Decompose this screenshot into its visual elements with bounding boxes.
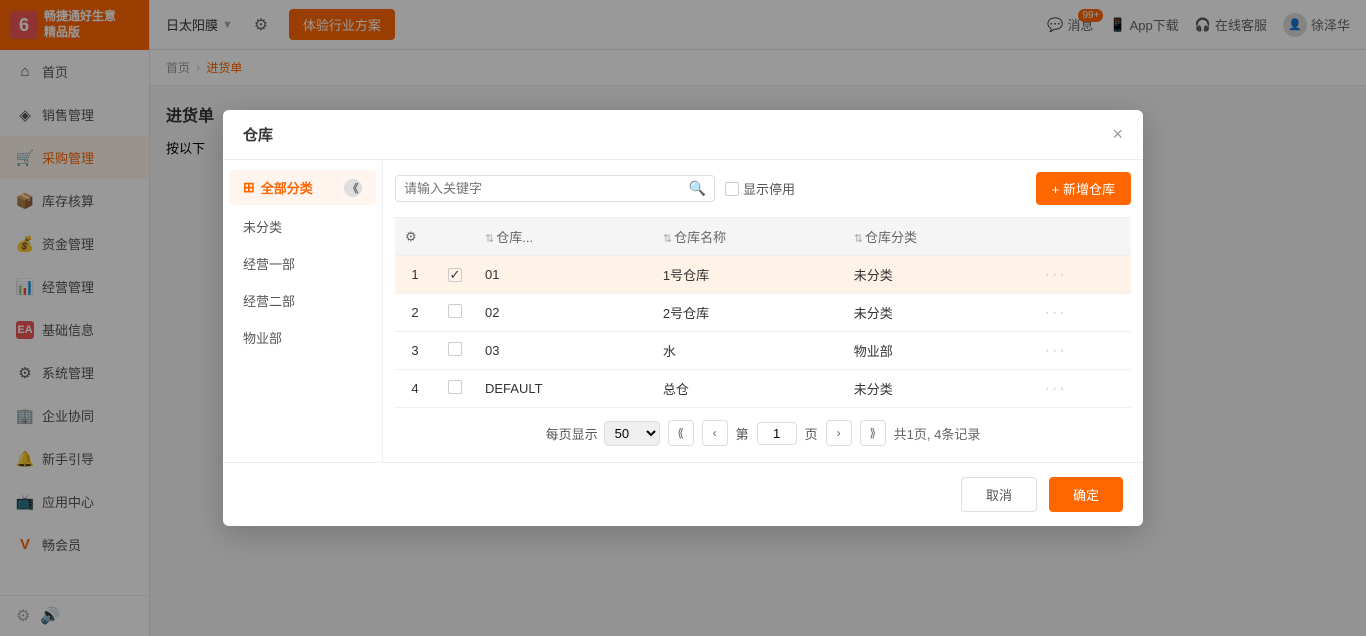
row-checkbox[interactable]: [448, 380, 462, 394]
td-num: 2: [395, 294, 435, 332]
table-row[interactable]: 2 02 2号仓库 未分类 ···: [395, 294, 1131, 332]
td-code: 02: [475, 294, 653, 332]
page-word: 第: [736, 424, 749, 443]
category-item-1[interactable]: 经营一部: [229, 246, 376, 281]
confirm-button[interactable]: 确定: [1049, 477, 1123, 512]
page-size-select[interactable]: 10 20 50 100: [604, 421, 660, 446]
modal-overlay[interactable]: 仓库 × ⊞ 全部分类 《 未分类 经营一部 经营二部 物业部: [0, 0, 1366, 636]
th-code[interactable]: ⇅仓库...: [475, 218, 653, 256]
category-item-3[interactable]: 物业部: [229, 320, 376, 355]
td-actions[interactable]: ···: [1035, 370, 1131, 408]
td-category: 未分类: [844, 294, 1035, 332]
td-check[interactable]: [435, 294, 475, 332]
modal-header: 仓库 ×: [223, 110, 1143, 160]
category-collapse-button[interactable]: 《: [344, 179, 362, 197]
th-name[interactable]: ⇅仓库名称: [653, 218, 844, 256]
modal-body: ⊞ 全部分类 《 未分类 经营一部 经营二部 物业部 🔍: [223, 160, 1143, 462]
td-name: 1号仓库: [653, 256, 844, 294]
td-code: 01: [475, 256, 653, 294]
row-checkbox[interactable]: [448, 304, 462, 318]
table-row[interactable]: 1 ✓ 01 1号仓库 未分类 ···: [395, 256, 1131, 294]
category-all[interactable]: ⊞ 全部分类 《: [229, 170, 376, 205]
td-code: 03: [475, 332, 653, 370]
warehouse-modal: 仓库 × ⊞ 全部分类 《 未分类 经营一部 经营二部 物业部: [223, 110, 1143, 526]
category-panel: ⊞ 全部分类 《 未分类 经营一部 经营二部 物业部: [223, 160, 383, 462]
td-code: DEFAULT: [475, 370, 653, 408]
td-category: 物业部: [844, 332, 1035, 370]
th-check: [435, 218, 475, 256]
table-body: 1 ✓ 01 1号仓库 未分类 ··· 2 02 2号仓库 未分类 ··· 3 …: [395, 256, 1131, 408]
page-first-button[interactable]: ⟪: [668, 420, 694, 446]
modal-title: 仓库: [243, 124, 273, 145]
td-check[interactable]: [435, 332, 475, 370]
page-number-input[interactable]: [757, 422, 797, 445]
table-panel: 🔍 显示停用 + 新增仓库 ⚙: [383, 160, 1143, 462]
table-header-row: ⚙ ⇅仓库... ⇅仓库名称 ⇅仓库分类: [395, 218, 1131, 256]
row-action-dots[interactable]: ···: [1045, 266, 1067, 283]
page-size-label: 每页显示: [546, 424, 598, 443]
add-warehouse-button[interactable]: + 新增仓库: [1036, 172, 1131, 205]
row-checkbox[interactable]: ✓: [448, 268, 462, 282]
category-item-2[interactable]: 经营二部: [229, 283, 376, 318]
page-last-button[interactable]: ⟫: [860, 420, 886, 446]
td-check[interactable]: ✓: [435, 256, 475, 294]
table-container: ⚙ ⇅仓库... ⇅仓库名称 ⇅仓库分类 1 ✓ 01 1号仓库 未: [395, 217, 1131, 408]
cancel-button[interactable]: 取消: [961, 477, 1037, 512]
td-num: 3: [395, 332, 435, 370]
th-actions: [1035, 218, 1131, 256]
show-disabled-checkbox[interactable]: [725, 182, 739, 196]
grid-icon: ⊞: [243, 179, 255, 196]
row-action-dots[interactable]: ···: [1045, 304, 1067, 321]
th-gear[interactable]: ⚙: [395, 218, 435, 256]
page-size-wrap: 每页显示 10 20 50 100: [546, 421, 660, 446]
category-all-label: 全部分类: [261, 178, 313, 197]
page-label: 页: [805, 424, 818, 443]
show-disabled-label: 显示停用: [743, 179, 795, 198]
th-category[interactable]: ⇅仓库分类: [844, 218, 1035, 256]
td-category: 未分类: [844, 256, 1035, 294]
row-checkbox[interactable]: [448, 342, 462, 356]
td-actions[interactable]: ···: [1035, 256, 1131, 294]
td-check[interactable]: [435, 370, 475, 408]
td-num: 4: [395, 370, 435, 408]
row-action-dots[interactable]: ···: [1045, 342, 1067, 359]
table-row[interactable]: 3 03 水 物业部 ···: [395, 332, 1131, 370]
td-actions[interactable]: ···: [1035, 294, 1131, 332]
td-name: 水: [653, 332, 844, 370]
table-row[interactable]: 4 DEFAULT 总仓 未分类 ···: [395, 370, 1131, 408]
page-prev-button[interactable]: ‹: [702, 420, 728, 446]
page-total-info: 共1页, 4条记录: [894, 424, 981, 443]
td-num: 1: [395, 256, 435, 294]
modal-close-button[interactable]: ×: [1112, 124, 1123, 145]
pagination: 每页显示 10 20 50 100 ⟪ ‹ 第 页 › ⟫: [395, 408, 1131, 450]
table-toolbar: 🔍 显示停用 + 新增仓库: [395, 172, 1131, 205]
row-action-dots[interactable]: ···: [1045, 380, 1067, 397]
search-input[interactable]: [404, 181, 683, 196]
search-icon: 🔍: [689, 180, 706, 197]
td-name: 2号仓库: [653, 294, 844, 332]
category-item-0[interactable]: 未分类: [229, 209, 376, 244]
search-input-wrap: 🔍: [395, 175, 715, 202]
page-next-button[interactable]: ›: [826, 420, 852, 446]
td-actions[interactable]: ···: [1035, 332, 1131, 370]
modal-footer: 取消 确定: [223, 462, 1143, 526]
warehouse-table: ⚙ ⇅仓库... ⇅仓库名称 ⇅仓库分类 1 ✓ 01 1号仓库 未: [395, 217, 1131, 408]
td-name: 总仓: [653, 370, 844, 408]
td-category: 未分类: [844, 370, 1035, 408]
show-disabled-wrap: 显示停用: [725, 179, 795, 198]
